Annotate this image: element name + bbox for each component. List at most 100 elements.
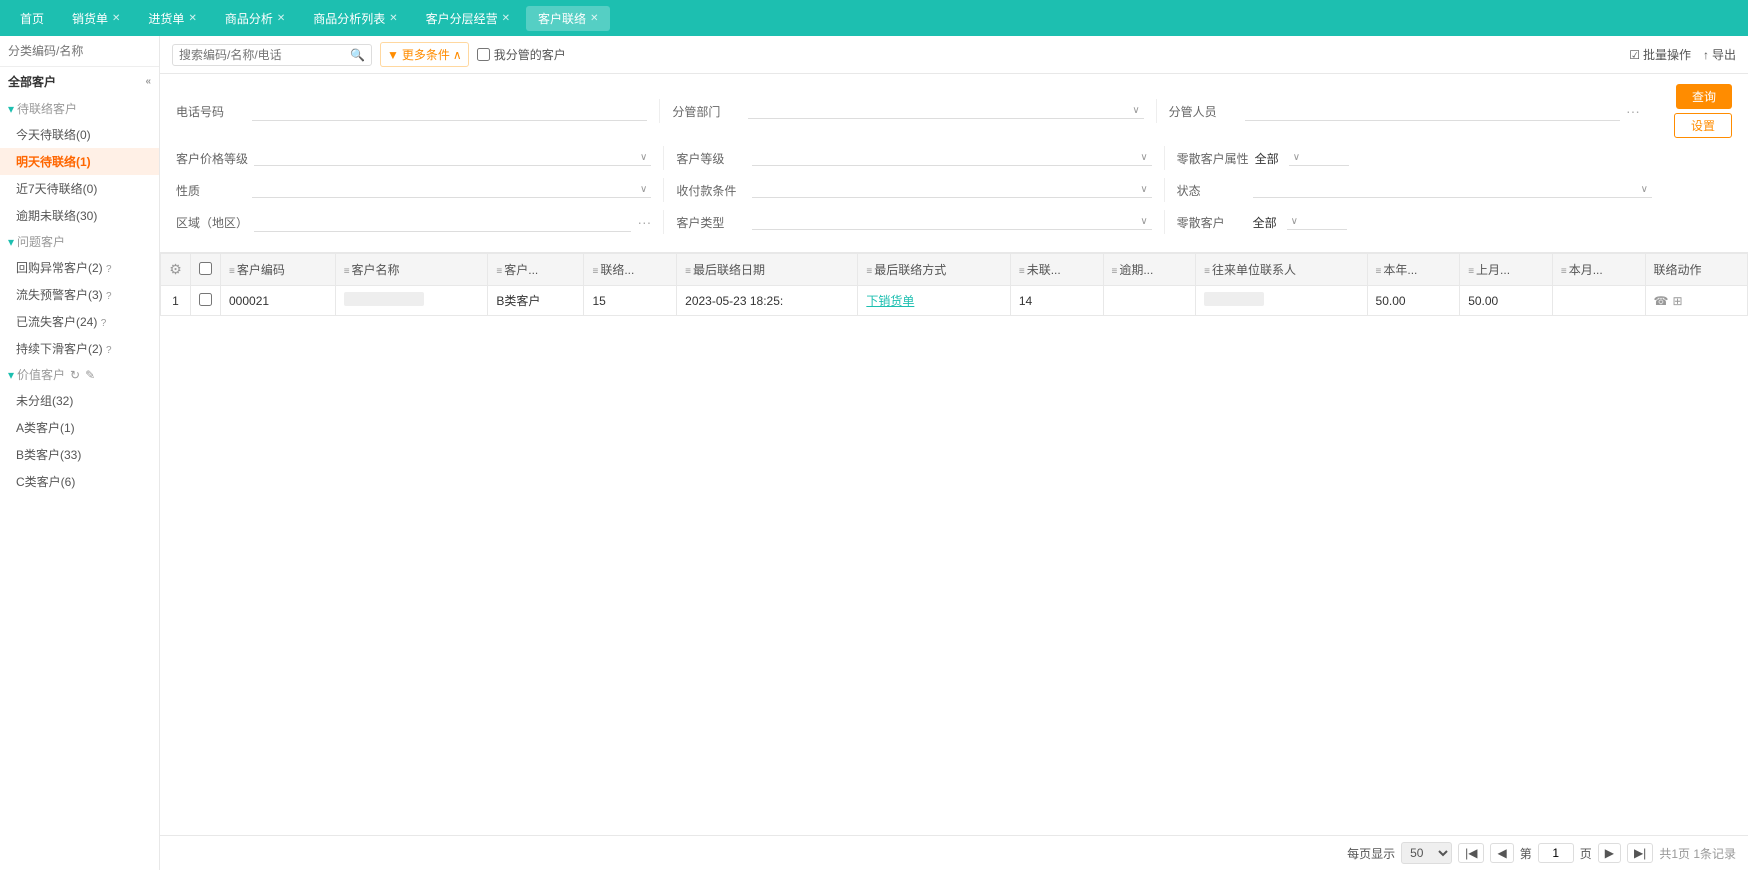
row-contact-count: 15 (584, 286, 677, 316)
person-input[interactable] (1245, 102, 1620, 121)
row-select-checkbox[interactable] (199, 293, 212, 306)
my-customers-checkbox[interactable] (477, 48, 490, 61)
sidebar-item-overdue[interactable]: 逾期未联络(30) (0, 202, 159, 229)
area-input[interactable] (254, 213, 631, 232)
dept-select[interactable]: ∨ (748, 103, 1143, 119)
payment-select[interactable]: ∨ (752, 182, 1151, 198)
all-customers-header[interactable]: 全部客户 « (0, 67, 159, 96)
nav-purchase-close[interactable]: ✕ (188, 13, 196, 24)
person-dots-icon[interactable]: ··· (1626, 103, 1640, 119)
sidebar-item-today[interactable]: 今天待联络(0) (0, 121, 159, 148)
search-input[interactable] (179, 48, 346, 62)
col-last-date: ≡最后联络日期 (677, 254, 858, 286)
retail-attr-value: 全部 (1255, 150, 1279, 167)
nav-customer-segmentation[interactable]: 客户分层经营 ✕ (414, 6, 522, 31)
nav-purchase[interactable]: 进货单 ✕ (136, 6, 208, 31)
sidebar-item-class-a[interactable]: A类客户(1) (0, 414, 159, 441)
nav-product-analysis[interactable]: 商品分析 ✕ (213, 6, 297, 31)
sidebar-search-input[interactable] (8, 44, 160, 58)
nav-customer-segmentation-close[interactable]: ✕ (502, 13, 510, 24)
last-method-link[interactable]: 下销货单 (866, 294, 914, 308)
sidebar-item-tomorrow[interactable]: 明天待联络(1) (0, 148, 159, 175)
nav-product-list-close[interactable]: ✕ (389, 13, 397, 24)
person-label: 分管人员 (1169, 103, 1239, 120)
customer-type-select[interactable]: ∨ (752, 214, 1151, 230)
bulk-ops-button[interactable]: ☑ 批量操作 (1629, 46, 1691, 63)
col-last-month: ≡上月... (1460, 254, 1553, 286)
col-checkbox[interactable] (191, 254, 221, 286)
nav-home[interactable]: 首页 (8, 6, 56, 31)
nav-product-list[interactable]: 商品分析列表 ✕ (301, 6, 409, 31)
bulk-ops-label: 批量操作 (1643, 46, 1691, 63)
nav-sales[interactable]: 销货单 ✕ (60, 6, 132, 31)
contact-icon[interactable]: ☎ (1654, 294, 1669, 308)
nav-sales-close[interactable]: ✕ (112, 13, 120, 24)
filter-row-3: 性质 ∨ 收付款条件 ∨ 状态 (176, 178, 1732, 202)
main-content: 🔍 ▼ 更多条件 ∧ 我分管的客户 ☑ 批量操作 ↑ 导出 (160, 36, 1748, 870)
last-page-button[interactable]: ▶| (1627, 843, 1653, 863)
sidebar-item-abnormal[interactable]: 回购异常客户(2) ? (0, 254, 159, 281)
my-customers-checkbox-area[interactable]: 我分管的客户 (477, 46, 566, 63)
sidebar-item-churned[interactable]: 已流失客户(24) ? (0, 308, 159, 335)
sidebar-item-class-b[interactable]: B类客户(33) (0, 441, 159, 468)
export-button[interactable]: ↑ 导出 (1703, 46, 1736, 63)
nature-select[interactable]: ∨ (252, 182, 651, 198)
nav-home-label: 首页 (20, 10, 44, 27)
filter-phone: 电话号码 (176, 102, 647, 121)
churned-label: 已流失客户(24) (16, 315, 97, 329)
all-customers-label: 全部客户 (8, 73, 56, 90)
query-button[interactable]: 查询 (1676, 84, 1732, 109)
search-icon[interactable]: 🔍 (350, 48, 365, 62)
nav-product-analysis-close[interactable]: ✕ (277, 13, 285, 24)
prev-page-button[interactable]: ◀ (1490, 843, 1513, 863)
value-level-select[interactable]: ∨ (254, 150, 651, 166)
sidebar-item-churn-warning[interactable]: 流失预警客户(3) ? (0, 281, 159, 308)
row-last-method[interactable]: 下销货单 (858, 286, 1011, 316)
sidebar-item-declining[interactable]: 持续下滑客户(2) ? (0, 335, 159, 362)
row-checkbox[interactable] (191, 286, 221, 316)
more-filter-button[interactable]: ▼ 更多条件 ∧ (380, 42, 469, 67)
setting-icon[interactable]: ⚙ (169, 261, 182, 277)
col-setting[interactable]: ⚙ (161, 254, 191, 286)
nav-customer-contact[interactable]: 客户联络 ✕ (526, 6, 610, 31)
set-button[interactable]: 设置 (1674, 113, 1732, 138)
nav-product-analysis-label: 商品分析 (225, 10, 273, 27)
sidebar: 🔍 全部客户 « ▾ 待联络客户 今天待联络(0) 明天待联络(1) 近7天待联… (0, 36, 160, 870)
data-table: ⚙ ≡客户编码 ≡客户名称 ≡客户... ≡联络... ≡最后联络日期 ≡最后联… (160, 253, 1748, 316)
next-page-button[interactable]: ▶ (1598, 843, 1621, 863)
sidebar-item-7days[interactable]: 近7天待联络(0) (0, 175, 159, 202)
page-size-select[interactable]: 50 100 (1401, 842, 1452, 864)
nav-product-list-label: 商品分析列表 (313, 10, 385, 27)
col-unlinked: ≡未联... (1010, 254, 1103, 286)
nature-label: 性质 (176, 182, 246, 199)
filter-payment: 收付款条件 ∨ (676, 182, 1151, 199)
nav-customer-contact-close[interactable]: ✕ (590, 13, 598, 24)
first-page-button[interactable]: |◀ (1458, 843, 1484, 863)
area-dots-icon[interactable]: ··· (637, 214, 651, 230)
nav-purchase-label: 进货单 (148, 10, 184, 27)
grid-icon[interactable]: ⊞ (1672, 294, 1682, 308)
retail-select[interactable]: ∨ (1287, 214, 1347, 230)
sidebar-item-ungrouped[interactable]: 未分组(32) (0, 387, 159, 414)
row-action[interactable]: ☎ ⊞ (1645, 286, 1747, 316)
sidebar-item-class-c[interactable]: C类客户(6) (0, 468, 159, 495)
customer-type-label: 客户类型 (676, 214, 746, 231)
col-action: 联络动作 (1645, 254, 1747, 286)
retail-chevron-icon: ∨ (1291, 216, 1298, 227)
unit-contact-value (1204, 292, 1264, 306)
customer-level-select[interactable]: ∨ (752, 150, 1151, 166)
value-customers-group: ▾ 价值客户 ↻ ✎ (0, 362, 159, 387)
phone-input[interactable] (252, 102, 647, 121)
pending-contact-group: ▾ 待联络客户 (0, 96, 159, 121)
row-this-month (1552, 286, 1645, 316)
filter-retail: 零散客户 全部 ∨ (1177, 214, 1652, 231)
payment-label: 收付款条件 (676, 182, 746, 199)
select-all-checkbox[interactable] (199, 262, 212, 275)
status-select[interactable]: ∨ (1253, 182, 1652, 198)
page-number-input[interactable] (1538, 843, 1574, 863)
retail-attr-select[interactable]: ∨ (1289, 150, 1349, 166)
filter-area: 区域（地区） ··· (176, 213, 651, 232)
col-last-method: ≡最后联络方式 (858, 254, 1011, 286)
7days-label: 近7天待联络(0) (16, 182, 97, 196)
retail-attr-chevron-icon: ∨ (1293, 152, 1300, 163)
